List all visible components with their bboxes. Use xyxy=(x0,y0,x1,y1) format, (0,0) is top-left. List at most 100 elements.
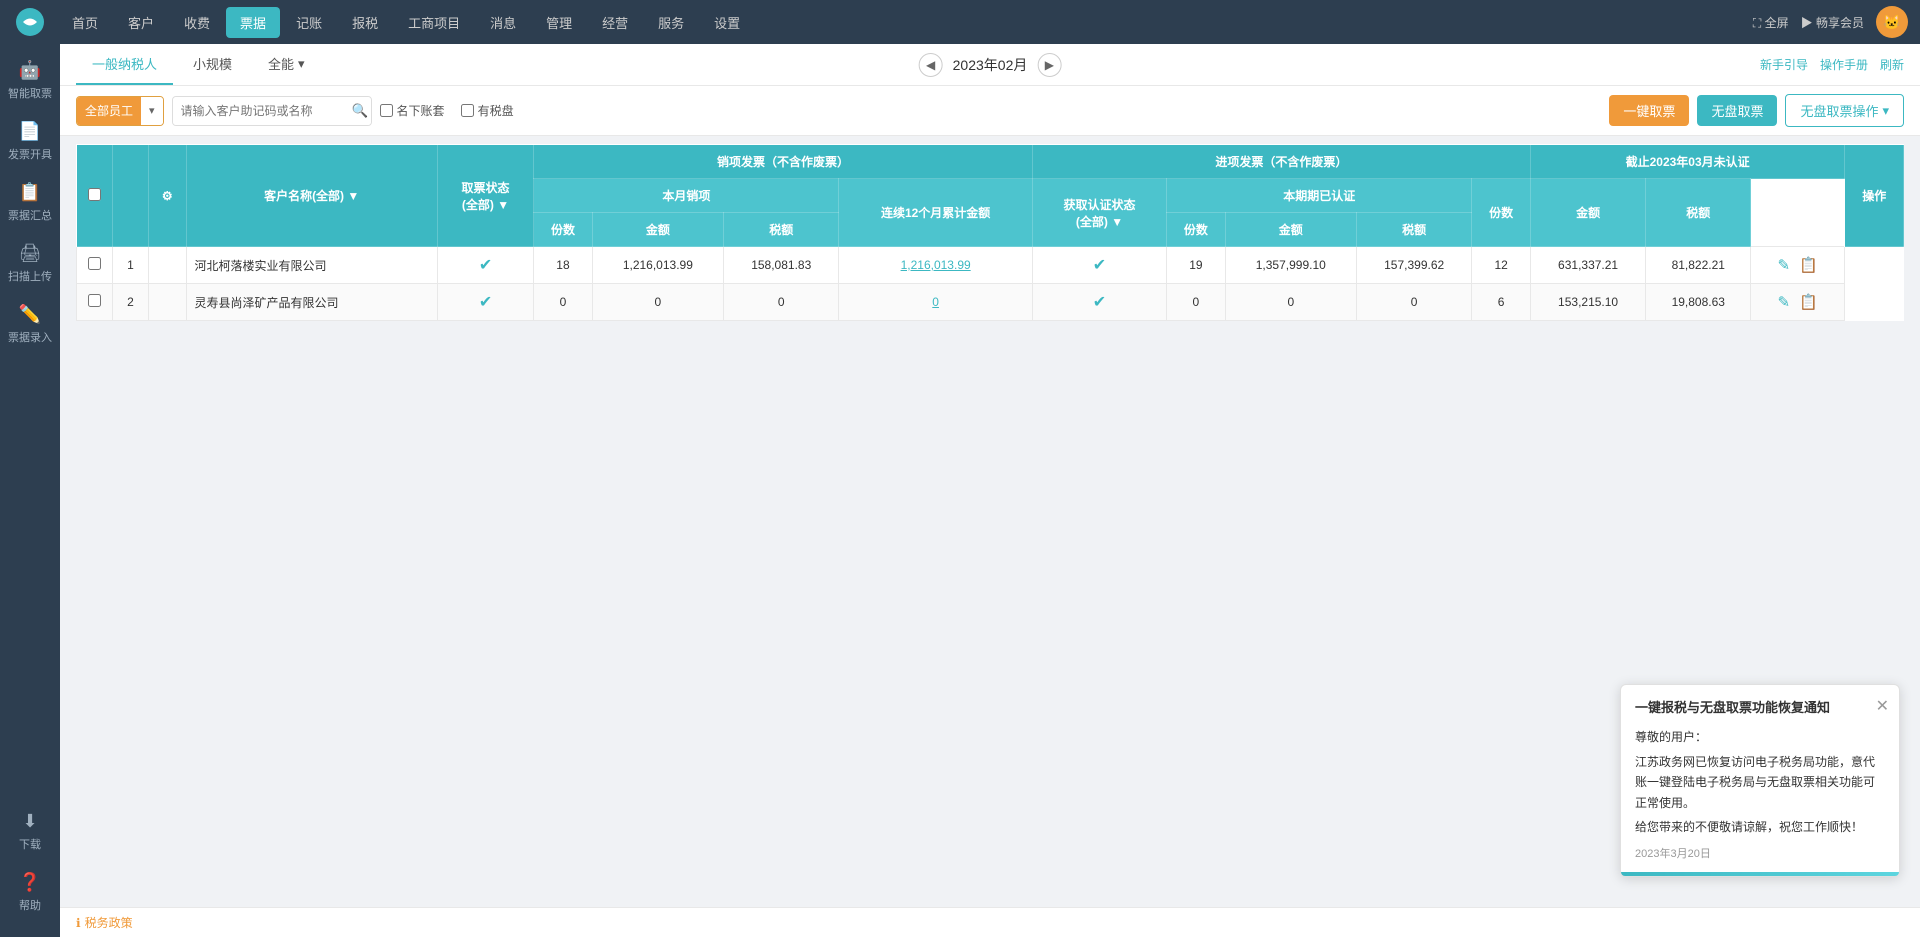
notification-close-btn[interactable]: ✕ xyxy=(1876,693,1889,720)
th-sales-count: 份数 xyxy=(534,213,592,247)
tab-all[interactable]: 全能 ▾ xyxy=(252,44,321,85)
select-all-checkbox[interactable] xyxy=(88,188,101,201)
row1-customer: 河北柯落楼实业有限公司 xyxy=(186,247,437,284)
refresh-btn[interactable]: 刷新 xyxy=(1880,56,1904,73)
th-config: ⚙ xyxy=(149,145,187,247)
cancel-status-icon-1: ✔ xyxy=(479,257,492,274)
nav-fee[interactable]: 收费 xyxy=(170,7,224,38)
detail-icon-1[interactable]: 📋 xyxy=(1799,257,1818,274)
manual-btn[interactable]: 操作手册 xyxy=(1820,56,1868,73)
tab-general-taxpayer[interactable]: 一般纳税人 xyxy=(76,44,173,85)
filter-icon-cancel[interactable]: ▼ xyxy=(497,198,509,212)
detail-icon-2[interactable]: 📋 xyxy=(1799,294,1818,311)
th-action: 操作 xyxy=(1845,145,1904,247)
row1-cancel-status: ✔ xyxy=(437,247,533,284)
th-cumulative: 连续12个月累计金额 xyxy=(839,179,1032,247)
nav-right: ⛶ 全屏 ▶ 畅享会员 🐱 xyxy=(1753,6,1908,38)
no-disk-ticket-btn[interactable]: 无盘取票 xyxy=(1697,95,1777,126)
nav-business2[interactable]: 经营 xyxy=(588,7,642,38)
row1-check[interactable] xyxy=(77,247,113,284)
sidebar-item-help[interactable]: ❓ 帮助 xyxy=(4,864,56,921)
no-disk-ops-btn[interactable]: 无盘取票操作 ▾ xyxy=(1785,94,1904,127)
sidebar: 🤖 智能取票 📄 发票开具 📋 票据汇总 🖨 扫描上传 ✏️ 票据录入 ⬇ 下载… xyxy=(0,44,60,937)
th-uncert-tax-header: 税额 xyxy=(1646,179,1751,247)
employee-select[interactable]: 全部员工 ▾ xyxy=(76,96,164,126)
tab-all-dropdown-icon: ▾ xyxy=(298,56,305,72)
row2-uncert-count: 6 xyxy=(1472,284,1530,321)
member-btn[interactable]: ▶ 畅享会员 xyxy=(1801,14,1864,31)
th-pur-month: 本期期已认证 xyxy=(1167,179,1472,213)
row2-sales-amount: 0 xyxy=(592,284,723,321)
checkbox-owned-accounts-input[interactable] xyxy=(380,104,393,117)
checkbox-group: 名下账套 有税盘 xyxy=(380,102,514,119)
period-label: 2023年02月 xyxy=(953,55,1028,75)
nav-invoice[interactable]: 票据 xyxy=(226,7,280,38)
row2-check[interactable] xyxy=(77,284,113,321)
edit-icon-2[interactable]: ✎ xyxy=(1778,294,1791,311)
nav-service[interactable]: 服务 xyxy=(644,7,698,38)
sidebar-item-label-summary: 票据汇总 xyxy=(8,207,52,223)
nav-items: 首页 客户 收费 票据 记账 报税 工商项目 消息 管理 经营 服务 设置 xyxy=(58,7,1753,38)
th-uncert-amount-header: 金额 xyxy=(1530,179,1645,247)
fullscreen-btn[interactable]: ⛶ 全屏 xyxy=(1753,14,1789,31)
checkbox-tax-disk[interactable]: 有税盘 xyxy=(461,102,514,119)
logo[interactable] xyxy=(12,4,48,40)
policy-link[interactable]: ℹ 税务政策 xyxy=(76,914,133,931)
cancel-status-icon-2: ✔ xyxy=(479,294,492,311)
sidebar-item-scan[interactable]: 🖨 扫描上传 xyxy=(4,235,56,292)
row1-cumulative[interactable]: 1,216,013.99 xyxy=(839,247,1032,284)
next-period-btn[interactable]: ▶ xyxy=(1037,53,1061,77)
nav-business[interactable]: 工商项目 xyxy=(394,7,474,38)
row1-sales-count: 18 xyxy=(534,247,592,284)
row2-config xyxy=(149,284,187,321)
row1-uncert-amount: 631,337.21 xyxy=(1530,247,1645,284)
newbie-guide-btn[interactable]: 新手引导 xyxy=(1760,56,1808,73)
scan-icon: 🖨 xyxy=(19,243,42,264)
sidebar-item-invoice-open[interactable]: 📄 发票开具 xyxy=(4,113,56,170)
nav-tax[interactable]: 报税 xyxy=(338,7,392,38)
entry-icon: ✏️ xyxy=(19,304,41,325)
cert-status-icon-2: ✔ xyxy=(1093,294,1106,311)
row2-sales-count: 0 xyxy=(534,284,592,321)
filter-icon-customer[interactable]: ▼ xyxy=(347,189,359,203)
nav-settings[interactable]: 设置 xyxy=(700,7,754,38)
sidebar-item-summary[interactable]: 📋 票据汇总 xyxy=(4,174,56,231)
notification-greeting: 尊敬的用户： xyxy=(1635,727,1885,747)
user-avatar[interactable]: 🐱 xyxy=(1876,6,1908,38)
employee-dropdown-arrow[interactable]: ▾ xyxy=(141,97,163,125)
nav-manage[interactable]: 管理 xyxy=(532,7,586,38)
th-sales-amount: 金额 xyxy=(592,213,723,247)
nav-home[interactable]: 首页 xyxy=(58,7,112,38)
search-btn[interactable]: 🔍 xyxy=(344,97,372,125)
row1-pur-amount: 1,357,999.10 xyxy=(1225,247,1356,284)
top-nav: 首页 客户 收费 票据 记账 报税 工商项目 消息 管理 经营 服务 设置 ⛶ … xyxy=(0,0,1920,44)
sidebar-item-smart-ticket[interactable]: 🤖 智能取票 xyxy=(4,52,56,109)
sidebar-item-download[interactable]: ⬇ 下载 xyxy=(4,803,56,860)
nav-message[interactable]: 消息 xyxy=(476,7,530,38)
sidebar-item-entry[interactable]: ✏️ 票据录入 xyxy=(4,296,56,353)
search-input[interactable] xyxy=(173,97,344,125)
th-pur-count: 份数 xyxy=(1167,213,1225,247)
row1-config xyxy=(149,247,187,284)
prev-period-btn[interactable]: ◀ xyxy=(919,53,943,77)
th-purchase-group: 进项发票（不含作废票） xyxy=(1032,145,1530,179)
row2-cumulative[interactable]: 0 xyxy=(839,284,1032,321)
one-key-ticket-btn[interactable]: 一键取票 xyxy=(1609,95,1689,126)
tab-small-scale[interactable]: 小规模 xyxy=(177,44,248,85)
nav-bookkeeping[interactable]: 记账 xyxy=(282,7,336,38)
filter-icon-cert[interactable]: ▼ xyxy=(1111,215,1123,229)
row1-uncert-count: 12 xyxy=(1472,247,1530,284)
tab-period: ◀ 2023年02月 ▶ xyxy=(919,53,1062,77)
sidebar-item-label-scan: 扫描上传 xyxy=(8,268,52,284)
row2-customer: 灵寿县尚泽矿产品有限公司 xyxy=(186,284,437,321)
checkbox-owned-accounts[interactable]: 名下账套 xyxy=(380,102,445,119)
checkbox-tax-disk-input[interactable] xyxy=(461,104,474,117)
notification-date: 2023年3月20日 xyxy=(1635,845,1885,864)
th-uncert-count-header: 份数 xyxy=(1472,179,1530,247)
table-row: 2 灵寿县尚泽矿产品有限公司 ✔ 0 0 0 0 ✔ 0 0 0 6 153,2… xyxy=(77,284,1904,321)
nav-customer[interactable]: 客户 xyxy=(114,7,168,38)
row2-cert-status: ✔ xyxy=(1032,284,1166,321)
th-cancel-status: 取票状态(全部) ▼ xyxy=(437,145,533,247)
notification-apology: 给您带来的不便敬请谅解，祝您工作顺快！ xyxy=(1635,817,1885,837)
edit-icon-1[interactable]: ✎ xyxy=(1778,257,1791,274)
